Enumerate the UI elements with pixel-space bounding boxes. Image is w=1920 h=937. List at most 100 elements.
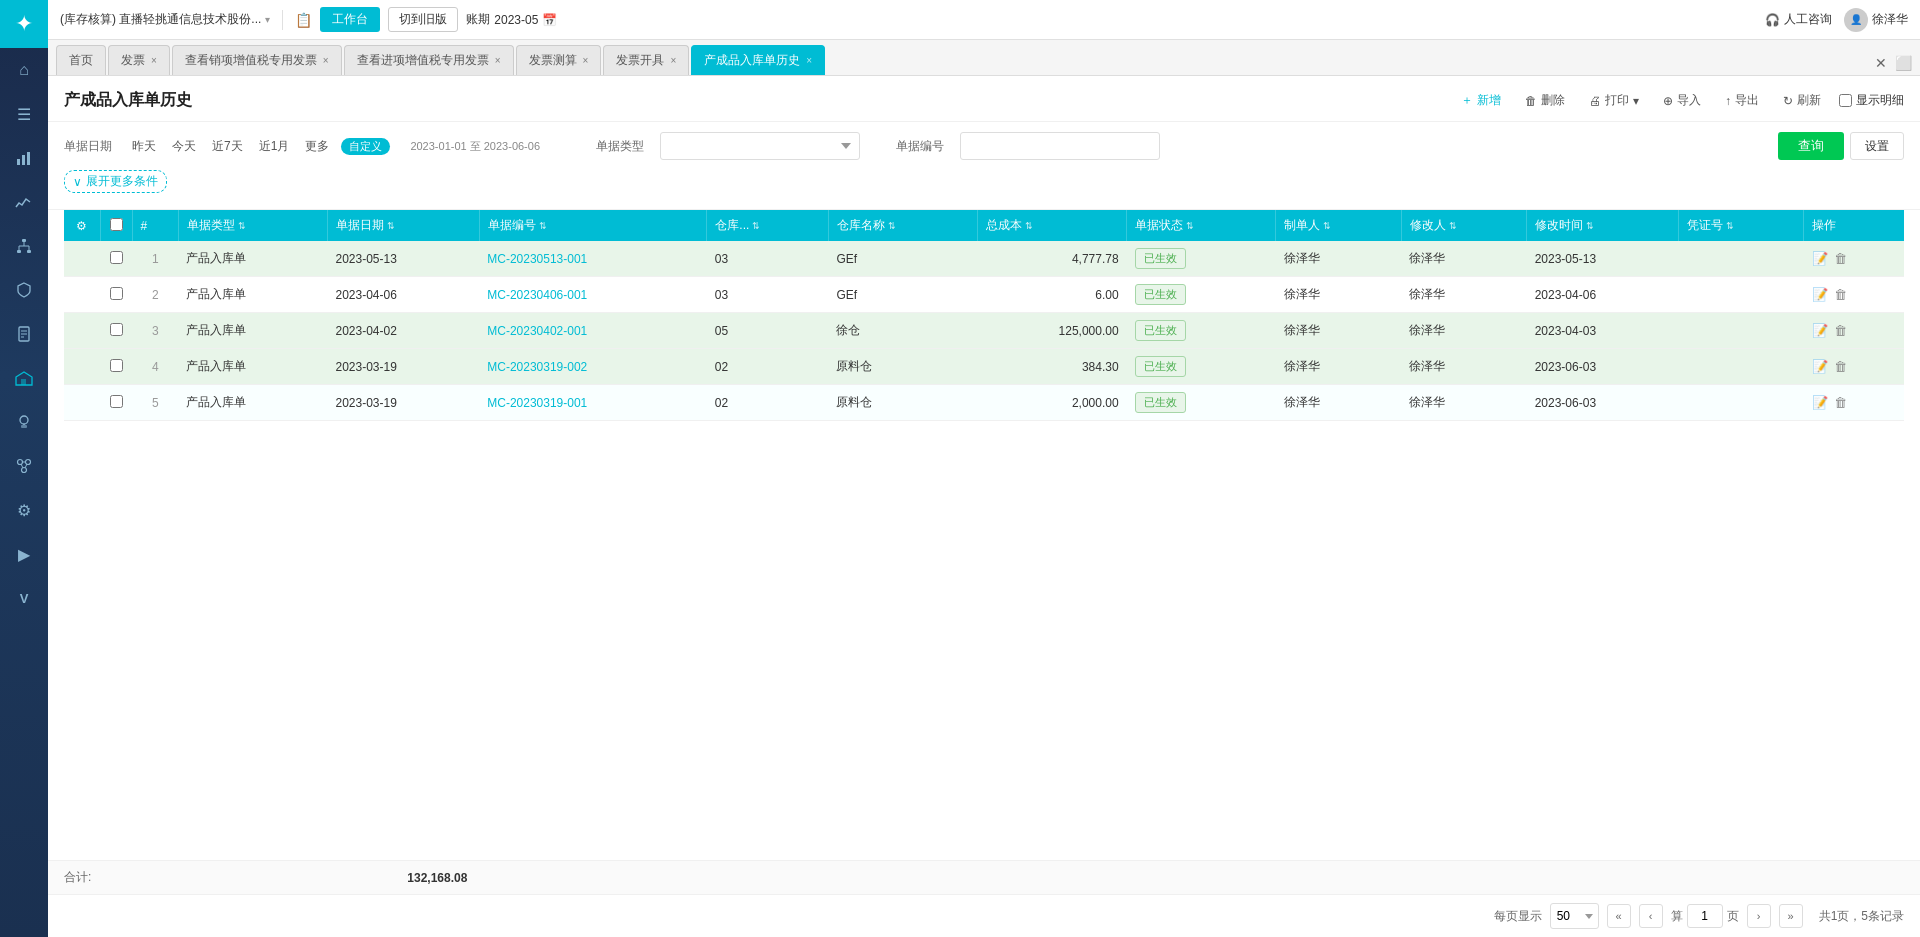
import-button[interactable]: ⊕ 导入 <box>1657 88 1707 113</box>
export-button[interactable]: ↑ 导出 <box>1719 88 1765 113</box>
sidebar-item-journal[interactable]: ☰ <box>0 92 48 136</box>
edit-icon[interactable]: 📝 <box>1812 251 1828 266</box>
custom-date-tag[interactable]: 自定义 <box>341 138 390 155</box>
row-delete-icon[interactable]: 🗑 <box>1834 323 1847 338</box>
company-selector[interactable]: (库存核算) 直播轻挑通信息技术股份... ▾ <box>60 11 270 28</box>
calendar-icon[interactable]: 📅 <box>542 13 557 27</box>
th-type[interactable]: 单据类型⇅ <box>178 210 327 241</box>
new-button[interactable]: ＋ 新增 <box>1455 88 1507 113</box>
shortcut-1month[interactable]: 近1月 <box>255 136 294 157</box>
tab-invoice-open-close[interactable]: × <box>670 55 676 66</box>
th-modify-time[interactable]: 修改时间⇅ <box>1527 210 1679 241</box>
sidebar-item-analytics[interactable] <box>0 180 48 224</box>
number-link[interactable]: MC-20230402-001 <box>487 324 587 338</box>
sidebar-item-settings[interactable]: ⚙ <box>0 488 48 532</box>
number-link[interactable]: MC-20230513-001 <box>487 252 587 266</box>
switch-version-button[interactable]: 切到旧版 <box>388 7 458 32</box>
tab-check-sales-close[interactable]: × <box>323 55 329 66</box>
sidebar-item-integration[interactable] <box>0 444 48 488</box>
edit-icon[interactable]: 📝 <box>1812 287 1828 302</box>
number-filter-input[interactable] <box>960 132 1160 160</box>
sidebar-item-version[interactable]: V <box>0 576 48 620</box>
row-checkbox[interactable] <box>110 359 123 372</box>
tab-invoice-calc[interactable]: 发票测算 × <box>516 45 602 75</box>
sidebar-item-docs[interactable] <box>0 312 48 356</box>
edit-icon[interactable]: 📝 <box>1812 323 1828 338</box>
row-delete-icon[interactable]: 🗑 <box>1834 251 1847 266</box>
sidebar-item-org[interactable] <box>0 224 48 268</box>
user-menu[interactable]: 👤 徐泽华 <box>1844 8 1908 32</box>
row-checkbox[interactable] <box>110 395 123 408</box>
cell-date: 2023-03-19 <box>327 349 479 385</box>
row-checkbox[interactable] <box>110 287 123 300</box>
workbench-button[interactable]: 工作台 <box>320 7 380 32</box>
set-button[interactable]: 设置 <box>1850 132 1904 160</box>
tab-check-sales[interactable]: 查看销项增值税专用发票 × <box>172 45 342 75</box>
row-checkbox[interactable] <box>110 251 123 264</box>
edit-icon[interactable]: 📝 <box>1812 359 1828 374</box>
sidebar-item-chart[interactable] <box>0 136 48 180</box>
th-status[interactable]: 单据状态⇅ <box>1127 210 1276 241</box>
query-button[interactable]: 查询 <box>1778 132 1844 160</box>
th-gear[interactable]: ⚙ <box>64 210 100 241</box>
row-checkbox[interactable] <box>110 323 123 336</box>
show-detail-checkbox[interactable] <box>1839 94 1852 107</box>
sidebar-item-stamp[interactable] <box>0 400 48 444</box>
sidebar-item-home[interactable]: ⌂ <box>0 48 48 92</box>
shortcut-7days[interactable]: 近7天 <box>208 136 247 157</box>
tab-check-purchase-close[interactable]: × <box>495 55 501 66</box>
doc-icon[interactable]: 📋 <box>295 12 312 28</box>
number-link[interactable]: MC-20230319-001 <box>487 396 587 410</box>
delete-button[interactable]: 🗑 删除 <box>1519 88 1571 113</box>
last-page-button[interactable]: » <box>1779 904 1803 928</box>
svg-rect-0 <box>17 159 20 165</box>
shortcut-today[interactable]: 今天 <box>168 136 200 157</box>
th-creator[interactable]: 制单人⇅ <box>1276 210 1402 241</box>
close-all-tabs-icon[interactable]: ✕ <box>1875 55 1887 71</box>
expand-conditions-button[interactable]: ∨ 展开更多条件 <box>64 170 167 193</box>
tab-invoice[interactable]: 发票 × <box>108 45 170 75</box>
th-warehouse-name[interactable]: 仓库名称⇅ <box>828 210 977 241</box>
tab-product-warehouse-close[interactable]: × <box>806 55 812 66</box>
page-number-input[interactable] <box>1687 904 1723 928</box>
tab-invoice-calc-close[interactable]: × <box>583 55 589 66</box>
row-delete-icon[interactable]: 🗑 <box>1834 359 1847 374</box>
per-page-select[interactable]: 50 10 20 100 <box>1550 903 1599 929</box>
tab-check-purchase[interactable]: 查看进项增值税专用发票 × <box>344 45 514 75</box>
number-link[interactable]: MC-20230406-001 <box>487 288 587 302</box>
th-warehouse-code[interactable]: 仓库...⇅ <box>707 210 829 241</box>
shortcut-yesterday[interactable]: 昨天 <box>128 136 160 157</box>
edit-icon[interactable]: 📝 <box>1812 395 1828 410</box>
sidebar-item-warehouse[interactable] <box>0 356 48 400</box>
select-all-checkbox[interactable] <box>110 218 123 231</box>
th-date[interactable]: 单据日期⇅ <box>327 210 479 241</box>
next-page-button[interactable]: › <box>1747 904 1771 928</box>
sidebar-item-media[interactable]: ▶ <box>0 532 48 576</box>
refresh-button[interactable]: ↻ 刷新 <box>1777 88 1827 113</box>
th-modifier[interactable]: 修改人⇅ <box>1401 210 1527 241</box>
tab-home[interactable]: 首页 <box>56 45 106 75</box>
first-page-button[interactable]: « <box>1607 904 1631 928</box>
support-link[interactable]: 🎧 人工咨询 <box>1765 11 1832 28</box>
type-filter-select[interactable] <box>660 132 860 160</box>
th-total-cost[interactable]: 总成本⇅ <box>977 210 1126 241</box>
svg-rect-4 <box>17 250 21 253</box>
print-button[interactable]: 🖨 打印 ▾ <box>1583 88 1645 113</box>
tab-invoice-close[interactable]: × <box>151 55 157 66</box>
th-number[interactable]: 单据编号⇅ <box>479 210 707 241</box>
th-voucher[interactable]: 凭证号⇅ <box>1678 210 1804 241</box>
prev-page-button[interactable]: ‹ <box>1639 904 1663 928</box>
cell-total-cost: 2,000.00 <box>977 385 1126 421</box>
row-delete-icon[interactable]: 🗑 <box>1834 395 1847 410</box>
cell-modifier: 徐泽华 <box>1401 241 1527 277</box>
export-label: 导出 <box>1735 92 1759 109</box>
svg-point-19 <box>26 460 31 465</box>
maximize-icon[interactable]: ⬜ <box>1895 55 1912 71</box>
number-link[interactable]: MC-20230319-002 <box>487 360 587 374</box>
shortcut-more[interactable]: 更多 <box>301 136 333 157</box>
sidebar-item-security[interactable] <box>0 268 48 312</box>
main-area: (库存核算) 直播轻挑通信息技术股份... ▾ 📋 工作台 切到旧版 账期 20… <box>48 0 1920 937</box>
tab-invoice-open[interactable]: 发票开具 × <box>603 45 689 75</box>
tab-product-warehouse[interactable]: 产成品入库单历史 × <box>691 45 825 75</box>
row-delete-icon[interactable]: 🗑 <box>1834 287 1847 302</box>
